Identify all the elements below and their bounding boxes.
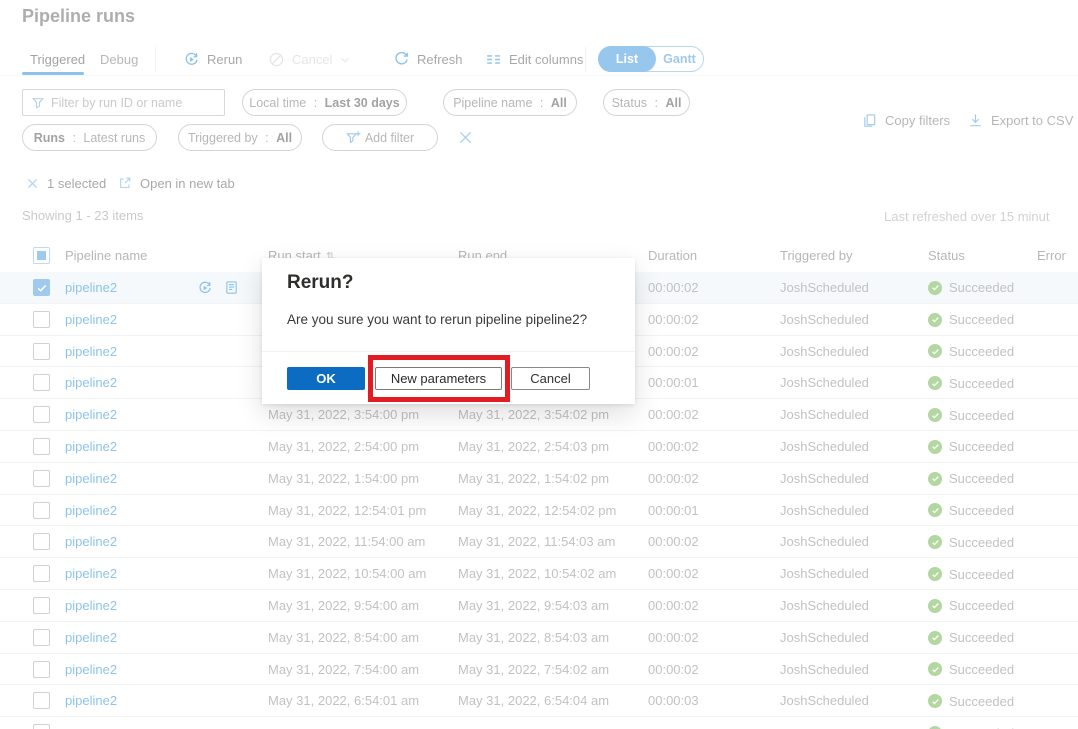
rerun-dialog: Rerun? Are you sure you want to rerun pi… [262, 258, 635, 404]
new-parameters-button[interactable]: New parameters [375, 367, 502, 390]
dialog-cancel-button[interactable]: Cancel [511, 367, 590, 390]
dialog-message: Are you sure you want to rerun pipeline … [287, 312, 587, 327]
ok-button[interactable]: OK [287, 367, 365, 390]
dialog-title: Rerun? [287, 272, 354, 294]
pipeline-runs-page: Pipeline runs Triggered Debug Rerun Canc… [0, 0, 1078, 729]
dialog-footer-divider [262, 351, 635, 352]
